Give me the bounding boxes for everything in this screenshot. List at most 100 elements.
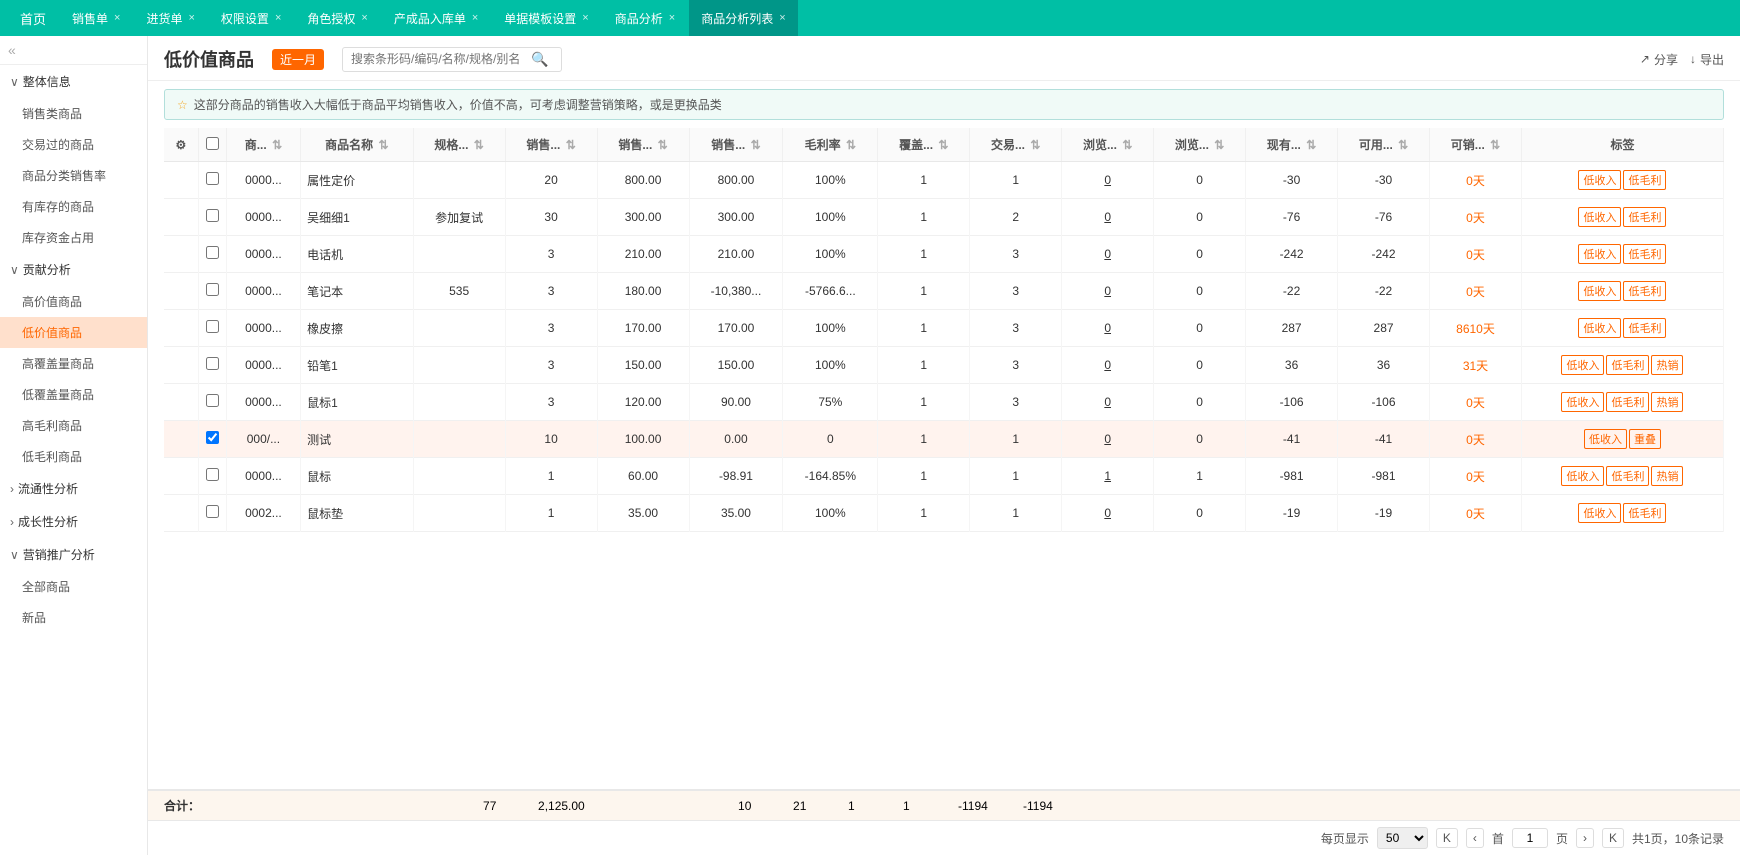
view1-link[interactable]: 0 (1104, 321, 1111, 335)
nav-tab-3[interactable]: 角色授权 × (295, 0, 379, 36)
view1-link[interactable]: 1 (1104, 469, 1111, 483)
row-settings-cell (164, 347, 198, 384)
tag-badge: 低毛利 (1606, 466, 1649, 486)
view1-link[interactable]: 0 (1104, 506, 1111, 520)
col-name: 商品名称 ⇅ (301, 128, 414, 162)
close-icon[interactable]: × (669, 12, 675, 24)
row-checkbox[interactable] (206, 172, 219, 185)
row-coverage: 1 (878, 421, 970, 458)
data-table: ⚙ 商... ⇅ 商品名称 ⇅ 规格... ⇅ 销售... ⇅ 销售... ⇅ … (164, 128, 1724, 532)
sidebar-item-high-margin[interactable]: 高毛利商品 (0, 410, 147, 441)
sidebar-item-low-margin[interactable]: 低毛利商品 (0, 441, 147, 472)
first-page-button[interactable]: K (1436, 828, 1458, 848)
nav-tab-7[interactable]: 商品分析列表 × (689, 0, 797, 36)
search-input[interactable] (351, 52, 531, 66)
footer-view2: 1 (903, 799, 958, 813)
view1-link[interactable]: 0 (1104, 284, 1111, 298)
col-margin: 毛利率 ⇅ (783, 128, 878, 162)
sidebar-item-stock-capital[interactable]: 库存资金占用 (0, 222, 147, 253)
view1-link[interactable]: 0 (1104, 395, 1111, 409)
sidebar-item-low-value[interactable]: 低价值商品 (0, 317, 147, 348)
row-checkbox[interactable] (206, 283, 219, 296)
row-checkbox[interactable] (206, 431, 219, 444)
nav-tab-2[interactable]: 权限设置 × (209, 0, 293, 36)
collapse-sidebar-button[interactable]: « (8, 42, 16, 58)
row-qty: 1 (505, 458, 597, 495)
view1-link[interactable]: 0 (1104, 247, 1111, 261)
sidebar-item-high-value[interactable]: 高价值商品 (0, 286, 147, 317)
export-button[interactable]: ↓ 导出 (1690, 51, 1724, 68)
tag-badge: 低收入 (1578, 503, 1621, 523)
row-transaction: 3 (970, 384, 1062, 421)
sidebar-item-new-goods[interactable]: 新品 (0, 602, 147, 633)
row-checkbox[interactable] (206, 505, 219, 518)
row-checkbox-cell (198, 458, 226, 495)
tag-badge: 重叠 (1629, 429, 1661, 449)
row-current: 287 (1246, 310, 1338, 347)
row-days: 0天 (1430, 495, 1522, 532)
row-checkbox[interactable] (206, 394, 219, 407)
row-sales: -98.91 (689, 458, 783, 495)
row-available: -22 (1338, 273, 1430, 310)
sidebar-group-growth[interactable]: › 成长性分析 (0, 505, 147, 538)
share-icon: ↗ (1640, 52, 1650, 66)
row-checkbox[interactable] (206, 357, 219, 370)
sidebar-item-all-goods[interactable]: 全部商品 (0, 571, 147, 602)
row-view1: 1 (1062, 458, 1154, 495)
nav-tab-0[interactable]: 销售单 × (60, 0, 132, 36)
close-icon[interactable]: × (275, 12, 281, 24)
row-amount: 800.00 (597, 162, 689, 199)
close-icon[interactable]: × (188, 12, 194, 24)
close-icon[interactable]: × (779, 12, 785, 24)
share-button[interactable]: ↗ 分享 (1640, 51, 1678, 68)
sidebar-group-overall[interactable]: ∨ 整体信息 (0, 65, 147, 98)
tag-badge: 低收入 (1578, 170, 1621, 190)
tag-badge: 低收入 (1561, 466, 1604, 486)
period-button[interactable]: 近一月 (272, 49, 324, 70)
close-icon[interactable]: × (582, 12, 588, 24)
close-icon[interactable]: × (472, 12, 478, 24)
nav-home[interactable]: 首页 (8, 9, 58, 28)
row-checkbox[interactable] (206, 468, 219, 481)
sidebar-group-marketing[interactable]: ∨ 营销推广分析 (0, 538, 147, 571)
table-wrapper[interactable]: ⚙ 商... ⇅ 商品名称 ⇅ 规格... ⇅ 销售... ⇅ 销售... ⇅ … (148, 128, 1740, 789)
sidebar-item-high-coverage[interactable]: 高覆盖量商品 (0, 348, 147, 379)
close-icon[interactable]: × (361, 12, 367, 24)
prev-page-button[interactable]: ‹ (1466, 828, 1484, 848)
row-checkbox[interactable] (206, 246, 219, 259)
col-settings[interactable]: ⚙ (164, 128, 198, 162)
row-available: -30 (1338, 162, 1430, 199)
row-view2: 0 (1154, 162, 1246, 199)
close-icon[interactable]: × (114, 12, 120, 24)
row-qty: 30 (505, 199, 597, 236)
sidebar-group-contribution[interactable]: ∨ 贡献分析 (0, 253, 147, 286)
page-size-select[interactable]: 50 100 200 (1377, 827, 1428, 849)
select-all-checkbox[interactable] (206, 137, 219, 150)
tag-badge: 低毛利 (1623, 318, 1666, 338)
row-checkbox[interactable] (206, 209, 219, 222)
view1-link[interactable]: 0 (1104, 358, 1111, 372)
sidebar-item-category-rate[interactable]: 商品分类销售率 (0, 160, 147, 191)
footer-cells: 77 2,125.00 10 21 1 1 -1194 -1194 (212, 799, 1724, 813)
view1-link[interactable]: 0 (1104, 173, 1111, 187)
page-number-input[interactable] (1512, 828, 1548, 848)
sidebar-group-circulation[interactable]: › 流通性分析 (0, 472, 147, 505)
nav-tab-4[interactable]: 产成品入库单 × (382, 0, 490, 36)
nav-tab-6[interactable]: 商品分析 × (603, 0, 687, 36)
last-page-button[interactable]: K (1602, 828, 1624, 848)
total-records: 共1页，10条记录 (1632, 830, 1724, 847)
tag-badge: 低收入 (1578, 318, 1621, 338)
next-page-button[interactable]: › (1576, 828, 1594, 848)
row-coverage: 1 (878, 273, 970, 310)
sidebar-item-sales-goods[interactable]: 销售类商品 (0, 98, 147, 129)
row-view1: 0 (1062, 162, 1154, 199)
nav-tab-1[interactable]: 进货单 × (134, 0, 206, 36)
nav-tab-5[interactable]: 单据模板设置 × (492, 0, 600, 36)
view1-link[interactable]: 0 (1104, 210, 1111, 224)
row-checkbox[interactable] (206, 320, 219, 333)
sidebar-item-stock-goods[interactable]: 有库存的商品 (0, 191, 147, 222)
view1-link[interactable]: 0 (1104, 432, 1111, 446)
sidebar-item-traded-goods[interactable]: 交易过的商品 (0, 129, 147, 160)
sidebar-item-low-coverage[interactable]: 低覆盖量商品 (0, 379, 147, 410)
row-transaction: 3 (970, 236, 1062, 273)
